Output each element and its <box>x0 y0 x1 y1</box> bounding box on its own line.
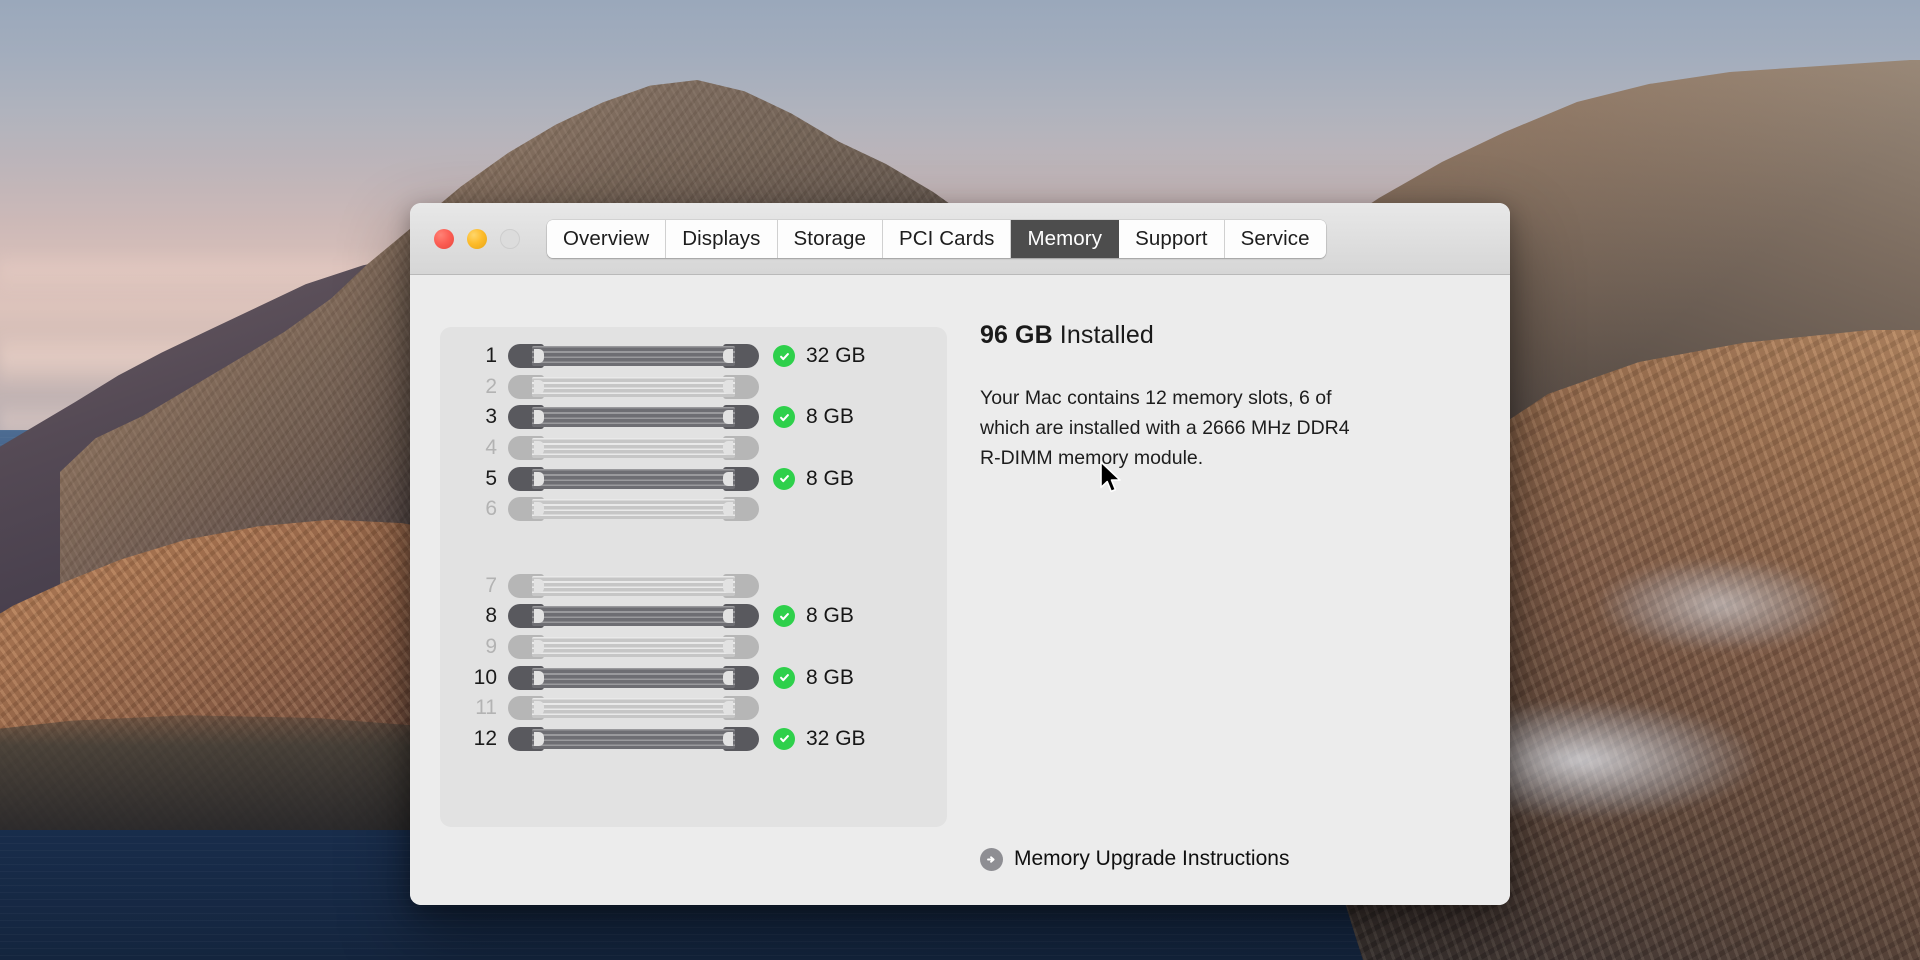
memory-slot-number: 1 <box>485 344 497 368</box>
tab-service[interactable]: Service <box>1224 219 1326 258</box>
memory-slot-row[interactable]: 3 8 GB <box>440 402 947 433</box>
tab-memory[interactable]: Memory <box>1011 219 1120 258</box>
zoom-button[interactable] <box>500 228 520 249</box>
memory-info-panel: 96 GB Installed Your Mac contains 12 mem… <box>947 275 1510 905</box>
memory-slot-status: 8 GB <box>773 604 854 628</box>
memory-slot-row[interactable]: 8 8 GB <box>440 601 947 632</box>
toolbar-tab-group[interactable]: Overview Displays Storage PCI Cards Memory Su… <box>547 219 1326 258</box>
memory-slot-number: 4 <box>485 436 497 460</box>
memory-slot-status: 32 GB <box>773 344 866 368</box>
memory-description: Your Mac contains 12 memory slots, 6 of … <box>980 387 1350 469</box>
memory-slot-size: 32 GB <box>806 726 866 750</box>
memory-slot-row[interactable]: 11 <box>440 693 947 724</box>
dimm-module-icon <box>508 603 759 629</box>
memory-slot-list: 1 32 GB 2 3 8 GB 4 5 8 GB 6 7 8 8 GB 9 10 8 GB 11 12 32 G… <box>440 327 947 754</box>
installed-suffix: Installed <box>1052 321 1154 349</box>
memory-slot-status: 8 GB <box>773 666 854 690</box>
memory-slot-number: 11 <box>475 696 497 720</box>
wallpaper-surf <box>1600 560 1840 650</box>
dimm-module-icon <box>508 726 759 752</box>
memory-slot-size: 8 GB <box>806 405 854 429</box>
memory-slot-status: 8 GB <box>773 405 854 429</box>
memory-slot-status: 32 GB <box>773 727 866 751</box>
memory-slot-row[interactable]: 10 8 GB <box>440 662 947 693</box>
memory-upgrade-instructions-label: Memory Upgrade Instructions <box>1014 847 1290 870</box>
memory-slot-row[interactable]: 4 <box>440 433 947 464</box>
memory-slot-number: 12 <box>473 726 497 750</box>
memory-slot-size: 32 GB <box>806 344 866 368</box>
memory-slot-size: 8 GB <box>806 466 854 490</box>
tab-support[interactable]: Support <box>1119 219 1225 258</box>
memory-slot-panel: 1 32 GB 2 3 8 GB 4 5 8 GB 6 7 8 8 GB 9 10 8 GB 11 12 32 G… <box>440 327 947 827</box>
dimm-module-icon <box>508 466 759 492</box>
memory-slot-number: 2 <box>485 374 497 398</box>
window-titlebar[interactable]: Overview Displays Storage PCI Cards Memory Su… <box>410 203 1510 275</box>
memory-slot-row[interactable]: 12 32 GB <box>440 724 947 755</box>
dimm-empty-slot-icon <box>508 573 759 599</box>
memory-slot-status: 8 GB <box>773 467 854 491</box>
memory-slot-row[interactable]: 9 <box>440 632 947 663</box>
memory-slot-size: 8 GB <box>806 604 854 628</box>
memory-slot-row[interactable]: 6 <box>440 494 947 525</box>
memory-slot-number: 7 <box>485 573 497 597</box>
memory-slot-row[interactable]: 1 32 GB <box>440 341 947 372</box>
tab-displays[interactable]: Displays <box>666 219 778 258</box>
memory-slot-number: 5 <box>485 466 497 490</box>
tab-storage[interactable]: Storage <box>777 219 883 258</box>
tab-pci-cards[interactable]: PCI Cards <box>883 219 1012 258</box>
dimm-module-icon <box>508 665 759 691</box>
arrow-right-icon <box>980 847 1003 871</box>
memory-slot-number: 3 <box>485 405 497 429</box>
check-circle-icon <box>773 345 795 368</box>
minimize-button[interactable] <box>467 228 487 249</box>
memory-slot-row[interactable]: 5 8 GB <box>440 463 947 494</box>
window-content: 1 32 GB 2 3 8 GB 4 5 8 GB 6 7 8 8 GB 9 10 8 GB 11 12 32 G… <box>410 275 1510 905</box>
memory-slot-row[interactable]: 7 <box>440 571 947 602</box>
dimm-empty-slot-icon <box>508 695 759 721</box>
check-circle-icon <box>773 727 795 750</box>
memory-slot-row[interactable]: 2 <box>440 372 947 403</box>
memory-slot-number: 8 <box>485 604 497 628</box>
dimm-empty-slot-icon <box>508 496 759 522</box>
traffic-light-group <box>434 228 520 249</box>
check-circle-icon <box>773 406 795 429</box>
dimm-empty-slot-icon <box>508 634 759 660</box>
memory-slot-group-separator <box>440 525 947 571</box>
system-information-window[interactable]: Overview Displays Storage PCI Cards Memory Su… <box>410 203 1510 905</box>
memory-slot-size: 8 GB <box>806 665 854 689</box>
check-circle-icon <box>773 605 795 628</box>
check-circle-icon <box>773 467 795 490</box>
installed-amount: 96 GB <box>980 321 1053 349</box>
check-circle-icon <box>773 666 795 689</box>
dimm-module-icon <box>508 343 759 369</box>
memory-upgrade-instructions-link[interactable]: Memory Upgrade Instructions <box>980 847 1289 871</box>
memory-slot-number: 10 <box>473 665 497 689</box>
dimm-module-icon <box>508 404 759 430</box>
memory-slot-number: 9 <box>485 635 497 659</box>
installed-heading: 96 GB Installed <box>980 321 1510 350</box>
close-button[interactable] <box>434 228 454 249</box>
memory-slot-number: 6 <box>485 497 497 521</box>
dimm-empty-slot-icon <box>508 435 759 461</box>
tab-overview[interactable]: Overview <box>547 219 667 258</box>
dimm-empty-slot-icon <box>508 374 759 400</box>
